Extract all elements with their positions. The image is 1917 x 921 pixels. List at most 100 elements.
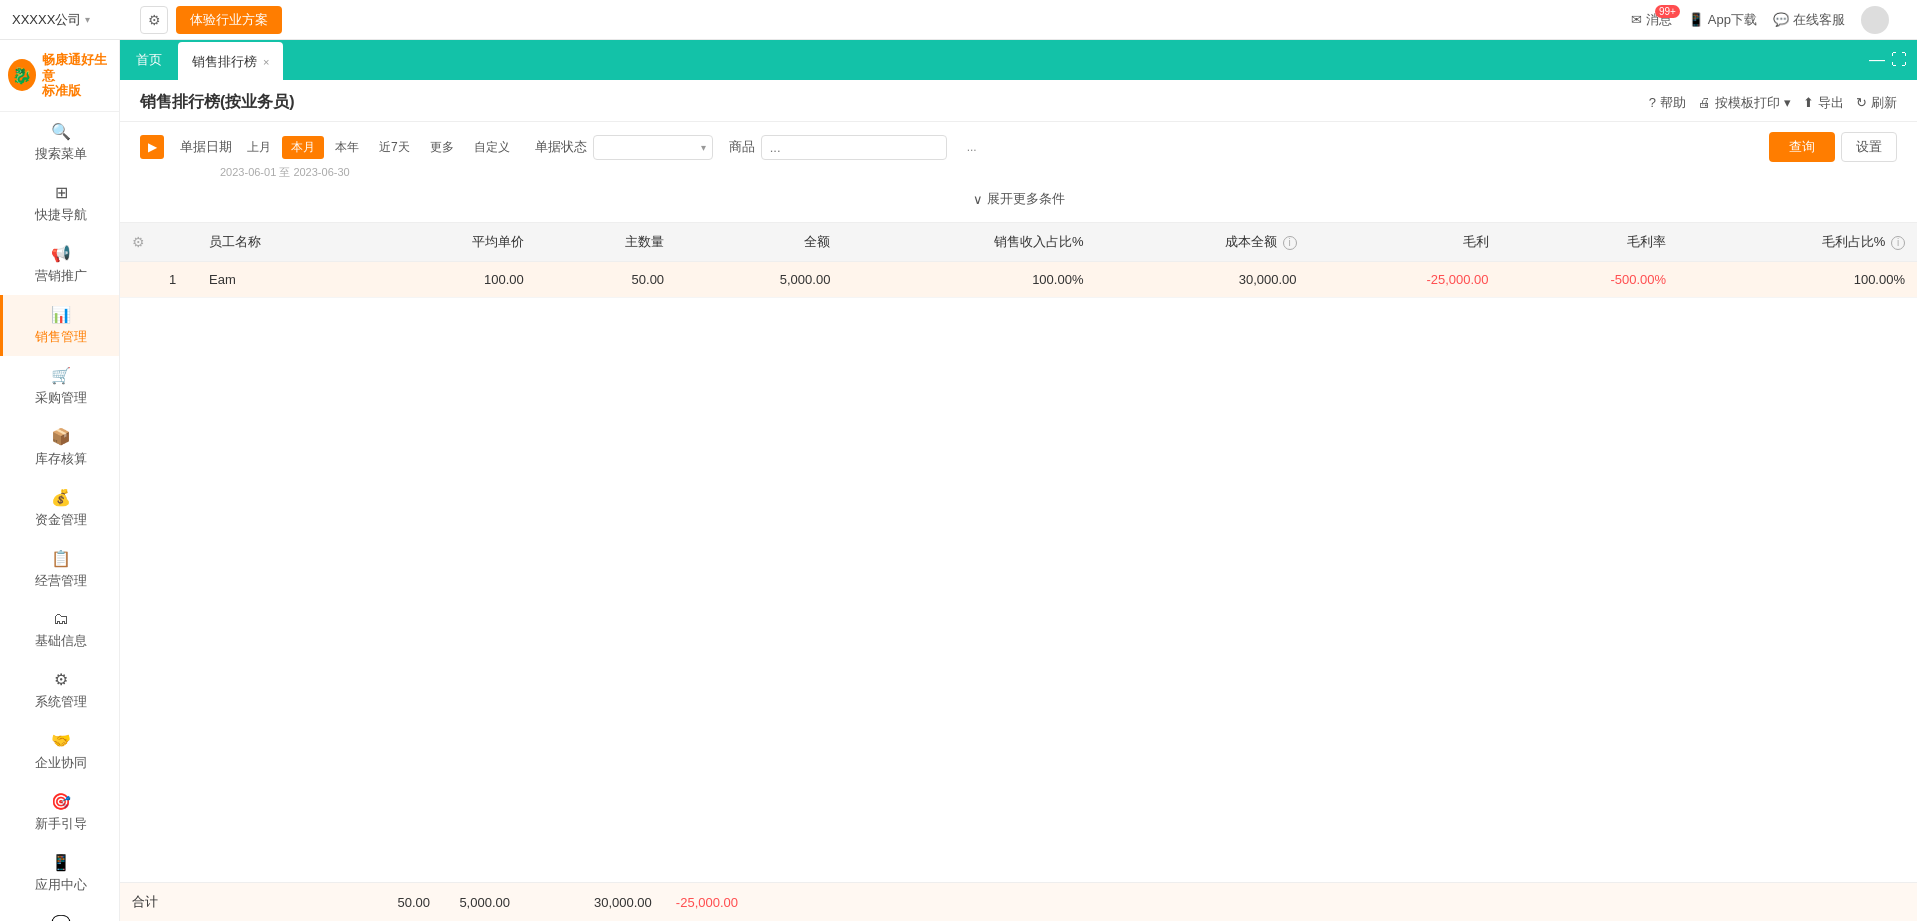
refresh-btn[interactable]: ↻ 刷新: [1856, 94, 1897, 112]
home-tab-label: 首页: [136, 51, 162, 69]
sidebar-label-sales: 销售管理: [35, 328, 87, 346]
date-filter-group: 单据日期 上月 本月 本年 近7天 更多 自定义: [180, 136, 519, 159]
sidebar-item-appstore[interactable]: 📱 应用中心: [0, 843, 119, 904]
online-service-btn[interactable]: 💬 在线客服: [1773, 11, 1845, 29]
operations-icon: 📋: [51, 549, 71, 568]
help-icon: ?: [1649, 95, 1656, 110]
page-header: 销售排行榜(按业务员) ? 帮助 🖨 按模板打印 ▾ ⬆: [120, 80, 1917, 122]
sidebar-item-marketing[interactable]: 📢 营销推广: [0, 234, 119, 295]
main-layout: 🐉 畅康通好生意 标准版 🔍 搜索菜单 ⊞ 快捷导航 📢 营销推广 📊 销售管理…: [0, 40, 1917, 921]
date-tab-custom[interactable]: 自定义: [465, 136, 519, 159]
tab-minimize-btn[interactable]: —: [1869, 52, 1885, 68]
content-area: 首页 销售排行榜 × — ⛶ 销售排行榜(按业务员) ? 帮助: [120, 40, 1917, 921]
footer-profit: -25,000.00: [664, 895, 750, 910]
export-btn[interactable]: ⬆ 导出: [1803, 94, 1844, 112]
sidebar-item-sales[interactable]: 📊 销售管理: [0, 295, 119, 356]
print-dropdown[interactable]: 🖨 按模板打印 ▾: [1698, 94, 1791, 112]
tab-sales-ranking[interactable]: 销售排行榜 ×: [178, 42, 283, 82]
page-title: 销售排行榜(按业务员): [140, 92, 295, 113]
status-select[interactable]: [593, 135, 713, 160]
sidebar-item-inventory[interactable]: 📦 库存核算: [0, 417, 119, 478]
more-options-btn[interactable]: ...: [967, 140, 977, 154]
basic-icon: 🗂: [53, 610, 69, 628]
sidebar-item-quicknav[interactable]: ⊞ 快捷导航: [0, 173, 119, 234]
finance-icon: 💰: [51, 488, 71, 507]
th-settings[interactable]: ⚙: [120, 223, 157, 262]
sidebar-item-guide[interactable]: 🎯 新手引导: [0, 782, 119, 843]
status-filter-group: 单据状态: [535, 135, 713, 160]
sidebar-item-basic[interactable]: 🗂 基础信息: [0, 600, 119, 660]
collab-icon: 🤝: [51, 731, 71, 750]
help-btn[interactable]: ? 帮助: [1649, 94, 1686, 112]
company-name: XXXXX公司: [12, 11, 81, 29]
date-filter-label: 单据日期: [180, 138, 232, 156]
sidebar: 🐉 畅康通好生意 标准版 🔍 搜索菜单 ⊞ 快捷导航 📢 营销推广 📊 销售管理…: [0, 40, 120, 921]
table-header-row: ⚙ 员工名称 平均单价 主数量 全额 销售收入占比% 成本全额 i: [120, 223, 1917, 262]
td-qty: 50.00: [536, 262, 676, 298]
status-select-wrap[interactable]: [593, 135, 713, 160]
profit-pct-info-icon[interactable]: i: [1891, 236, 1905, 250]
logo-icon: 🐉: [8, 59, 36, 91]
tab-fullscreen-btn[interactable]: ⛶: [1891, 52, 1907, 68]
date-tab-more[interactable]: 更多: [421, 136, 463, 159]
filter-settings-btn[interactable]: 设置: [1841, 132, 1897, 162]
sidebar-label-guide: 新手引导: [35, 815, 87, 833]
td-profit-rate: -500.00%: [1501, 262, 1679, 298]
avatar[interactable]: [1861, 6, 1889, 34]
th-qty: 主数量: [536, 223, 676, 262]
th-profit-rate: 毛利率: [1501, 223, 1679, 262]
app-download-btn[interactable]: 📱 App下载: [1688, 11, 1757, 29]
sidebar-item-system[interactable]: ⚙ 系统管理: [0, 660, 119, 721]
table-body: 1 Eam 100.00 50.00 5,000.00 100.00% 30,0…: [120, 262, 1917, 298]
data-table: ⚙ 员工名称 平均单价 主数量 全额 销售收入占比% 成本全额 i: [120, 223, 1917, 298]
td-name: Eam: [197, 262, 366, 298]
wechat-icon: 💬: [51, 914, 71, 921]
table-footer: 合计 50.00 5,000.00 30,000.00 -25,000.00: [120, 882, 1917, 921]
th-sales-pct: 销售收入占比%: [842, 223, 1095, 262]
industry-button[interactable]: 体验行业方案: [176, 6, 282, 34]
export-icon: ⬆: [1803, 95, 1814, 110]
sidebar-label-purchase: 采购管理: [35, 389, 87, 407]
sidebar-item-collab[interactable]: 🤝 企业协同: [0, 721, 119, 782]
sales-icon: 📊: [51, 305, 71, 324]
goods-input[interactable]: [761, 135, 947, 160]
tab-home[interactable]: 首页: [120, 40, 178, 80]
date-tab-this-month[interactable]: 本月: [282, 136, 324, 159]
query-btn[interactable]: 查询: [1769, 132, 1835, 162]
company-chevron-icon: ▾: [85, 14, 90, 25]
top-bar: XXXXX公司 ▾ ⚙ 体验行业方案 ✉ 消息 99+ 📱 App下载 💬 在线…: [0, 0, 1917, 40]
appstore-icon: 📱: [51, 853, 71, 872]
message-area[interactable]: ✉ 消息 99+: [1631, 11, 1672, 29]
goods-filter-label: 商品: [729, 138, 755, 156]
date-range-display: 2023-06-01 至 2023-06-30: [140, 164, 1897, 180]
filter-arrow-btn[interactable]: ▶: [140, 135, 164, 159]
guide-icon: 🎯: [51, 792, 71, 811]
cost-info-icon[interactable]: i: [1283, 236, 1297, 250]
sidebar-logo: 🐉 畅康通好生意 标准版: [0, 40, 119, 112]
company-selector[interactable]: XXXXX公司 ▾: [12, 11, 132, 29]
td-sales-pct: 100.00%: [842, 262, 1095, 298]
logo-text: 畅康通好生意 标准版: [42, 52, 111, 99]
th-name: 员工名称: [197, 223, 366, 262]
th-profit: 毛利: [1309, 223, 1501, 262]
td-amount: 5,000.00: [676, 262, 842, 298]
sidebar-item-finance[interactable]: 💰 资金管理: [0, 478, 119, 539]
column-settings-icon[interactable]: ⚙: [132, 234, 145, 250]
app-icon: 📱: [1688, 12, 1704, 27]
expand-more-btn[interactable]: ∨ 展开更多条件: [140, 186, 1897, 212]
date-tab-last-month[interactable]: 上月: [238, 136, 280, 159]
sidebar-item-search[interactable]: 🔍 搜索菜单: [0, 112, 119, 173]
settings-icon[interactable]: ⚙: [140, 6, 168, 34]
td-profit-pct: 100.00%: [1678, 262, 1917, 298]
sidebar-item-operations[interactable]: 📋 经营管理: [0, 539, 119, 600]
td-index: 1: [157, 262, 197, 298]
date-tab-last7days[interactable]: 近7天: [370, 136, 419, 159]
refresh-icon: ↻: [1856, 95, 1867, 110]
sidebar-item-purchase[interactable]: 🛒 采购管理: [0, 356, 119, 417]
sidebar-item-wechat[interactable]: 💬 企业微信: [0, 904, 119, 921]
tab-bar: 首页 销售排行榜 × — ⛶: [120, 40, 1917, 80]
footer-qty: 50.00: [362, 895, 442, 910]
expand-chevron-icon: ∨: [973, 192, 983, 207]
tab-close-icon[interactable]: ×: [263, 56, 269, 68]
date-tab-this-year[interactable]: 本年: [326, 136, 368, 159]
